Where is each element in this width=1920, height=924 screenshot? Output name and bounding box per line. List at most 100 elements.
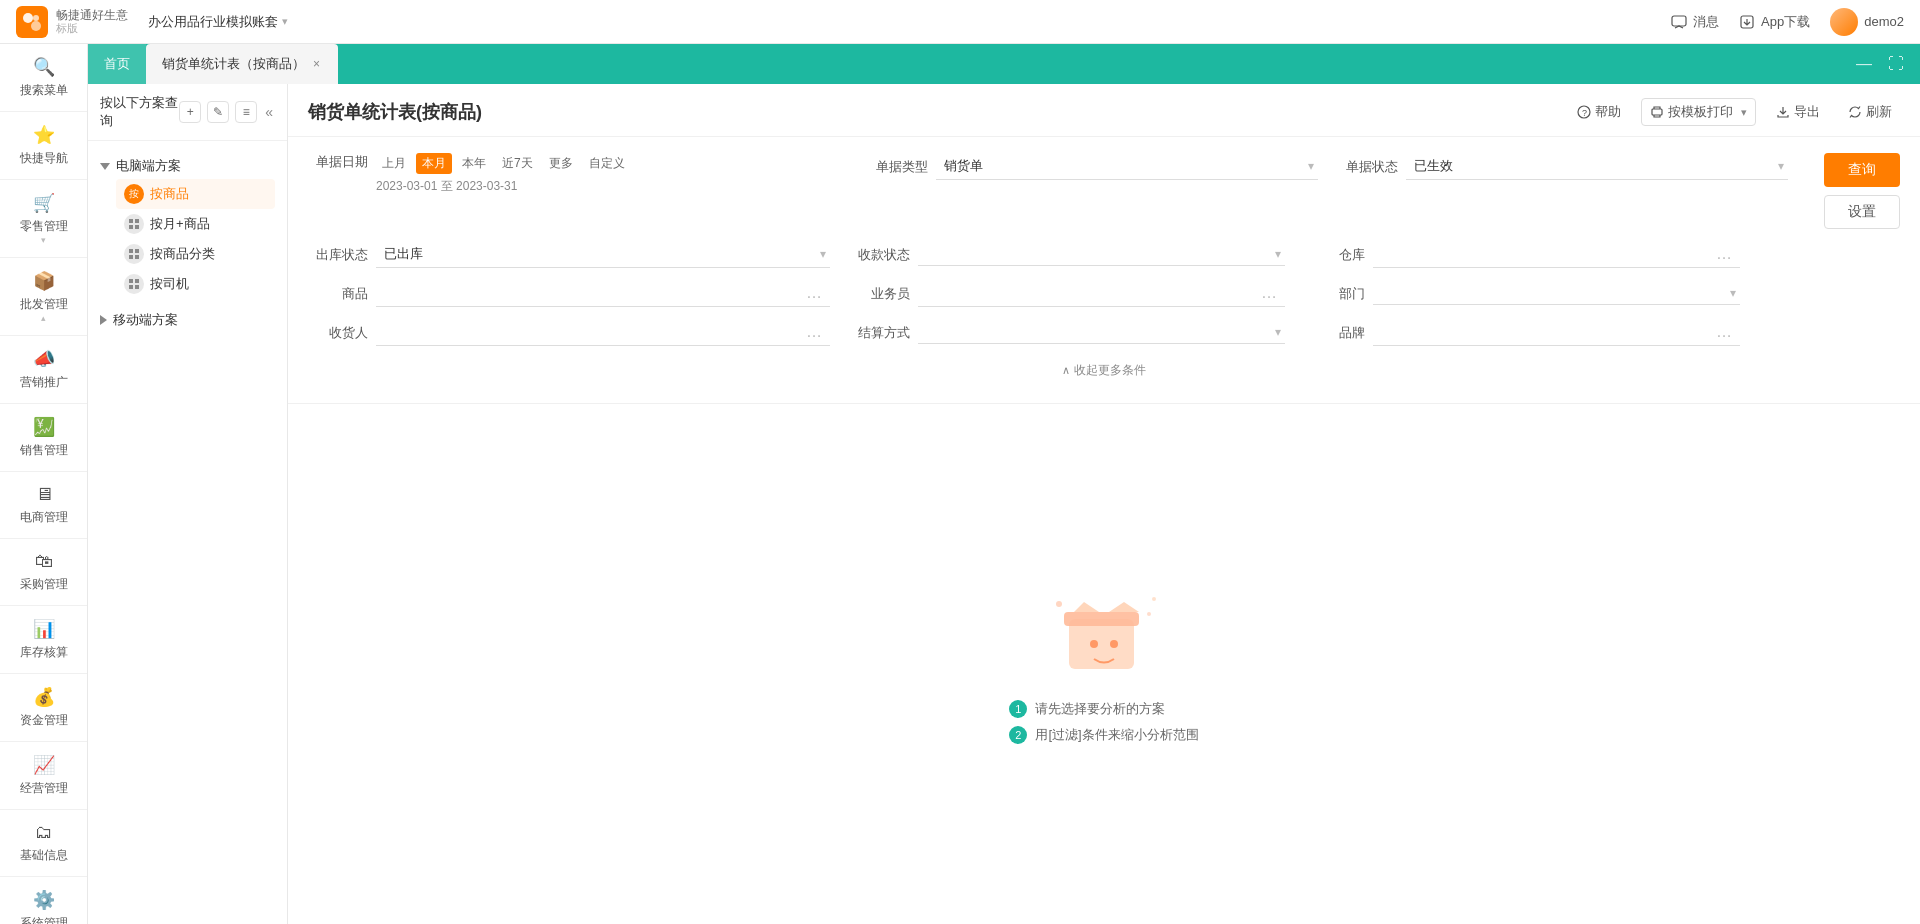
date-tab-custom[interactable]: 自定义 xyxy=(583,153,631,174)
edit-scheme-button[interactable]: ✎ xyxy=(207,101,229,123)
product-dots[interactable]: … xyxy=(802,284,826,302)
settings-scheme-button[interactable]: ≡ xyxy=(235,101,257,123)
refresh-button[interactable]: 刷新 xyxy=(1840,99,1900,125)
tab-active[interactable]: 销货单统计表（按商品） × xyxy=(146,44,338,84)
scheme-by-category[interactable]: 按商品分类 xyxy=(116,239,275,269)
product-input-wrapper: … xyxy=(376,280,830,307)
product-label: 商品 xyxy=(308,285,368,303)
receiver-dots[interactable]: … xyxy=(802,323,826,341)
desktop-schemes: 电脑端方案 按 按商品 按月+商品 xyxy=(88,149,287,303)
svg-rect-15 xyxy=(129,285,133,289)
type-selector[interactable]: 销货单 ▾ xyxy=(936,153,1318,180)
sidebar: 🔍 搜索菜单 ⭐ 快捷导航 🛒 零售管理 ▾ 📦 批发管理 ▴ 📣 营销推广 💹… xyxy=(0,44,88,924)
date-tab-more[interactable]: 更多 xyxy=(543,153,579,174)
header-right: 消息 App下载 demo2 xyxy=(1671,8,1904,36)
sidebar-item-basic[interactable]: 🗂 基础信息 xyxy=(0,810,87,877)
sidebar-item-system[interactable]: ⚙️ 系统管理 xyxy=(0,877,87,924)
sidebar-item-sales[interactable]: 💹 销售管理 xyxy=(0,404,87,472)
tab-maximize-button[interactable]: ⛶ xyxy=(1884,51,1908,77)
page-actions: ? 帮助 按模板打印 ▾ 导出 xyxy=(1569,98,1900,126)
empty-tip-2: 2 用[过滤]条件来缩小分析范围 xyxy=(1009,726,1198,744)
status-selector[interactable]: 已生效 ▾ xyxy=(1406,153,1788,180)
print-button[interactable]: 按模板打印 ▾ xyxy=(1641,98,1756,126)
brand-dots[interactable]: … xyxy=(1712,323,1736,341)
tab-home[interactable]: 首页 xyxy=(88,44,146,84)
payment-arrow-icon: ▾ xyxy=(1275,247,1281,261)
settings-button[interactable]: 设置 xyxy=(1824,195,1900,229)
warehouse-dots[interactable]: … xyxy=(1712,245,1736,263)
svg-rect-12 xyxy=(135,255,139,259)
sidebar-item-purchase[interactable]: 🛍 采购管理 xyxy=(0,539,87,606)
sales-icon: 💹 xyxy=(33,416,55,438)
scheme-by-cashier[interactable]: 按司机 xyxy=(116,269,275,299)
dept-selector[interactable]: ▾ xyxy=(1373,282,1740,305)
date-tab-this-month[interactable]: 本月 xyxy=(416,153,452,174)
collapse-panel-button[interactable]: « xyxy=(263,102,275,122)
export-button[interactable]: 导出 xyxy=(1768,99,1828,125)
payment-selector[interactable]: ▾ xyxy=(918,243,1285,266)
date-tab-this-year[interactable]: 本年 xyxy=(456,153,492,174)
date-value: 2023-03-01 至 2023-03-31 xyxy=(376,178,848,195)
product-input[interactable] xyxy=(384,286,802,301)
message-button[interactable]: 消息 xyxy=(1671,13,1719,31)
date-tab-7days[interactable]: 近7天 xyxy=(496,153,539,174)
star-icon: ⭐ xyxy=(33,124,55,146)
desktop-scheme-parent[interactable]: 电脑端方案 xyxy=(100,153,275,179)
sidebar-item-inventory[interactable]: 📊 库存核算 xyxy=(0,606,87,674)
scheme-icon-category xyxy=(124,244,144,264)
sidebar-item-finance[interactable]: 💰 资金管理 xyxy=(0,674,87,742)
top-header: 畅捷通好生意 标版 办公用品行业模拟账套 ▾ 消息 App下载 demo2 xyxy=(0,0,1920,44)
payment-label: 收款状态 xyxy=(850,246,910,264)
settlement-selector[interactable]: ▾ xyxy=(918,321,1285,344)
svg-rect-9 xyxy=(129,249,133,253)
staff-dots[interactable]: … xyxy=(1257,284,1281,302)
expand-icon xyxy=(100,163,110,170)
avatar xyxy=(1830,8,1858,36)
sidebar-item-search[interactable]: 🔍 搜索菜单 xyxy=(0,44,87,112)
help-button[interactable]: ? 帮助 xyxy=(1569,99,1629,125)
svg-rect-21 xyxy=(1064,612,1139,626)
main-layout: 🔍 搜索菜单 ⭐ 快捷导航 🛒 零售管理 ▾ 📦 批发管理 ▴ 📣 营销推广 💹… xyxy=(0,44,1920,924)
stock-status-selector[interactable]: 已出库 ▾ xyxy=(376,241,830,268)
filter-form: 单据日期 上月 本月 本年 近7天 更多 自定义 20 xyxy=(288,137,1920,404)
query-buttons: 查询 设置 xyxy=(1824,153,1900,229)
query-button[interactable]: 查询 xyxy=(1824,153,1900,187)
brand-input[interactable] xyxy=(1381,325,1712,340)
scheme-by-month-product[interactable]: 按月+商品 xyxy=(116,209,275,239)
operations-icon: 📈 xyxy=(33,754,55,776)
receiver-input[interactable] xyxy=(384,325,802,340)
staff-label: 业务员 xyxy=(850,285,910,303)
sidebar-item-quicknav[interactable]: ⭐ 快捷导航 xyxy=(0,112,87,180)
scheme-by-product[interactable]: 按 按商品 xyxy=(116,179,275,209)
sidebar-item-marketing[interactable]: 📣 营销推广 xyxy=(0,336,87,404)
date-tab-last-month[interactable]: 上月 xyxy=(376,153,412,174)
svg-point-22 xyxy=(1090,640,1098,648)
receiver-input-wrapper: … xyxy=(376,319,830,346)
staff-input[interactable] xyxy=(926,286,1257,301)
tab-minimize-button[interactable]: — xyxy=(1852,51,1876,77)
sidebar-item-ecommerce[interactable]: 🖥 电商管理 xyxy=(0,472,87,539)
svg-rect-7 xyxy=(129,225,133,229)
sidebar-item-wholesale[interactable]: 📦 批发管理 ▴ xyxy=(0,258,87,336)
scheme-children: 按 按商品 按月+商品 xyxy=(100,179,275,299)
industry-selector[interactable]: 办公用品行业模拟账套 ▾ xyxy=(140,9,296,35)
dept-label: 部门 xyxy=(1305,285,1365,303)
app-download-button[interactable]: App下载 xyxy=(1739,13,1810,31)
tab-close-button[interactable]: × xyxy=(311,55,322,73)
collapse-conditions-button[interactable]: ∧ 收起更多条件 xyxy=(308,354,1900,387)
sidebar-item-retail[interactable]: 🛒 零售管理 ▾ xyxy=(0,180,87,258)
mobile-scheme-parent[interactable]: 移动端方案 xyxy=(100,307,275,333)
content-area: 首页 销货单统计表（按商品） × — ⛶ 按以下方案查询 + ✎ ≡ xyxy=(88,44,1920,924)
sidebar-item-operations[interactable]: 📈 经营管理 xyxy=(0,742,87,810)
user-menu[interactable]: demo2 xyxy=(1830,8,1904,36)
svg-text:?: ? xyxy=(1582,108,1587,118)
status-arrow-icon: ▾ xyxy=(1778,159,1784,173)
stock-status-label: 出库状态 xyxy=(308,246,368,264)
svg-rect-8 xyxy=(135,225,139,229)
search-icon: 🔍 xyxy=(33,56,55,78)
add-scheme-button[interactable]: + xyxy=(179,101,201,123)
receiver-label: 收货人 xyxy=(308,324,368,342)
warehouse-input[interactable] xyxy=(1381,247,1712,262)
empty-tips: 1 请先选择要分析的方案 2 用[过滤]条件来缩小分析范围 xyxy=(1009,700,1198,744)
warehouse-input-wrapper: … xyxy=(1373,241,1740,268)
